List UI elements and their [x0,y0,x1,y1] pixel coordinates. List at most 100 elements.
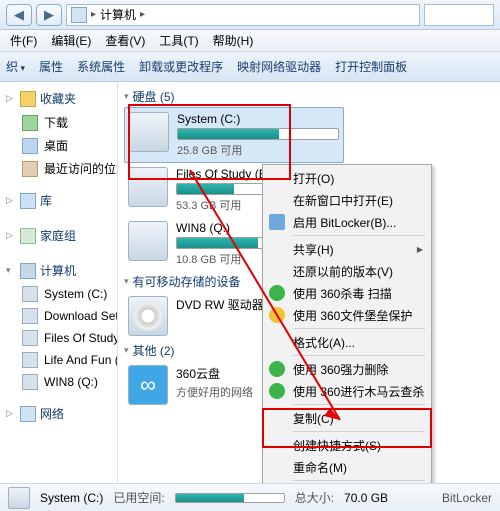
statusbar: System (C:) 已用空间: 总大小: 70.0 GB BitLocker [0,483,500,511]
sidebar-item-drive-f[interactable]: Life And Fun (I:) [0,349,117,371]
ctx-label: 共享(H) [293,241,334,258]
sidebar-item-label: WIN8 (Q:) [44,375,98,389]
ctx-label: 复制(C) [293,410,334,427]
sidebar-item-drive-q[interactable]: WIN8 (Q:) [0,371,117,393]
menu-tools[interactable]: 工具(T) [153,30,204,51]
ctx-enable-bitlocker[interactable]: 启用 BitLocker(B)... [265,211,429,233]
drive-c[interactable]: System (C:) 25.8 GB 可用 [124,107,344,163]
group-hard-disks[interactable]: ▾硬盘 (5) [124,86,494,107]
sidebar-item-label: 最近访问的位置 [44,160,117,177]
sidebar-computer-head[interactable]: ▾计算机 [0,258,117,283]
control-panel-button[interactable]: 打开控制面板 [335,58,407,75]
sidebar-item-label: 桌面 [44,137,68,154]
dvd-icon [128,296,168,336]
map-drive-button[interactable]: 映射网络驱动器 [237,58,321,75]
drive-icon [8,487,30,509]
ctx-360-force-delete[interactable]: 使用 360强力删除 [265,358,429,380]
sidebar-item-downloads[interactable]: 下载 [0,111,117,134]
recent-icon [22,161,38,177]
sidebar-item-drive-e[interactable]: Files Of Study (E:) [0,327,117,349]
uninstall-button[interactable]: 卸载或更改程序 [139,58,223,75]
sidebar-item-drive-c[interactable]: System (C:) [0,283,117,305]
library-icon [20,193,36,209]
status-total-value: 70.0 GB [344,491,388,505]
context-menu: 打开(O) 在新窗口中打开(E) 启用 BitLocker(B)... 共享(H… [262,164,432,508]
system-properties-button[interactable]: 系统属性 [77,58,125,75]
drive-subtext: 25.8 GB 可用 [177,142,339,158]
sidebar-item-label: 计算机 [40,262,76,279]
sidebar-item-label: 网络 [40,405,64,422]
menu-view[interactable]: 查看(V) [99,30,151,51]
sidebar-item-desktop[interactable]: 桌面 [0,134,117,157]
ctx-label: 使用 360杀毒 扫描 [293,285,392,302]
sidebar-item-label: Files Of Study (E:) [44,331,117,345]
separator [293,328,425,329]
capacity-bar [177,128,339,140]
network-icon [20,406,36,422]
ctx-open[interactable]: 打开(O) [265,167,429,189]
address-bar[interactable]: ▸ 计算机 ▸ [66,4,420,26]
sidebar-item-label: Life And Fun (I:) [44,353,117,367]
sidebar-item-drive-d[interactable]: Download Setup (I [0,305,117,327]
sidebar-homegroup-head[interactable]: ▷家庭组 [0,223,117,248]
ctx-label: 使用 360强力删除 [293,361,388,378]
ctx-360-trojan-scan[interactable]: 使用 360进行木马云查杀 [265,380,429,402]
separator [293,404,425,405]
cloud-icon [128,365,168,405]
group-label: 有可移动存储的设备 [133,273,241,290]
menubar: 件(F) 编辑(E) 查看(V) 工具(T) 帮助(H) [0,30,500,52]
drive-icon [22,330,38,346]
ctx-open-new-window[interactable]: 在新窗口中打开(E) [265,189,429,211]
sidebar-item-recent[interactable]: 最近访问的位置 [0,157,117,180]
drive-icon [129,112,169,152]
sidebar-favorites-head[interactable]: ▷收藏夹 [0,86,117,111]
menu-help[interactable]: 帮助(H) [207,30,260,51]
ctx-label: 创建快捷方式(S) [293,437,381,454]
drive-icon [22,352,38,368]
ctx-restore-previous[interactable]: 还原以前的版本(V) [265,260,429,282]
status-bitlocker-label: BitLocker [442,491,492,505]
ctx-label: 使用 360进行木马云查杀 [293,383,424,400]
360-icon [269,383,285,399]
ctx-label: 还原以前的版本(V) [293,263,393,280]
drive-icon [128,167,168,207]
ctx-label: 启用 BitLocker(B)... [293,214,396,231]
star-icon [20,91,36,107]
properties-button[interactable]: 属性 [39,58,63,75]
menu-file[interactable]: 件(F) [4,30,43,51]
ctx-share[interactable]: 共享(H) [265,238,429,260]
organize-button[interactable]: 织 [6,58,25,75]
vault-icon [269,307,285,323]
chevron-right-icon: ▸ [140,9,145,20]
sidebar-item-label: 家庭组 [40,227,76,244]
nav-forward-button[interactable]: ▶ [36,4,62,26]
sidebar-libraries-head[interactable]: ▷库 [0,188,117,213]
homegroup-icon [20,228,36,244]
sidebar: ▷收藏夹 下载 桌面 最近访问的位置 ▷库 ▷家庭组 ▾计算机 System (… [0,82,118,482]
computer-icon [71,7,87,23]
address-path: 计算机 [100,6,136,23]
status-total-label: 总大小: [295,489,334,506]
sidebar-network-head[interactable]: ▷网络 [0,401,117,426]
sidebar-item-label: Download Setup (I [44,309,117,323]
separator [293,431,425,432]
ctx-360-scan[interactable]: 使用 360杀毒 扫描 [265,282,429,304]
download-icon [22,115,38,131]
nav-back-button[interactable]: ◀ [6,4,32,26]
ctx-format[interactable]: 格式化(A)... [265,331,429,353]
ctx-label: 打开(O) [293,170,334,187]
ctx-rename[interactable]: 重命名(M) [265,456,429,478]
ctx-copy[interactable]: 复制(C) [265,407,429,429]
toolbar: 织 属性 系统属性 卸载或更改程序 映射网络驱动器 打开控制面板 [0,52,500,82]
ctx-label: 重命名(M) [293,459,347,476]
separator [293,355,425,356]
separator [293,480,425,481]
ctx-360-vault[interactable]: 使用 360文件堡垒保护 [265,304,429,326]
sidebar-item-label: System (C:) [44,287,107,301]
desktop-icon [22,138,38,154]
ctx-create-shortcut[interactable]: 创建快捷方式(S) [265,434,429,456]
group-label: 其他 (2) [133,342,175,359]
search-input[interactable] [424,4,494,26]
status-drive-name: System (C:) [40,491,103,505]
menu-edit[interactable]: 编辑(E) [45,30,97,51]
